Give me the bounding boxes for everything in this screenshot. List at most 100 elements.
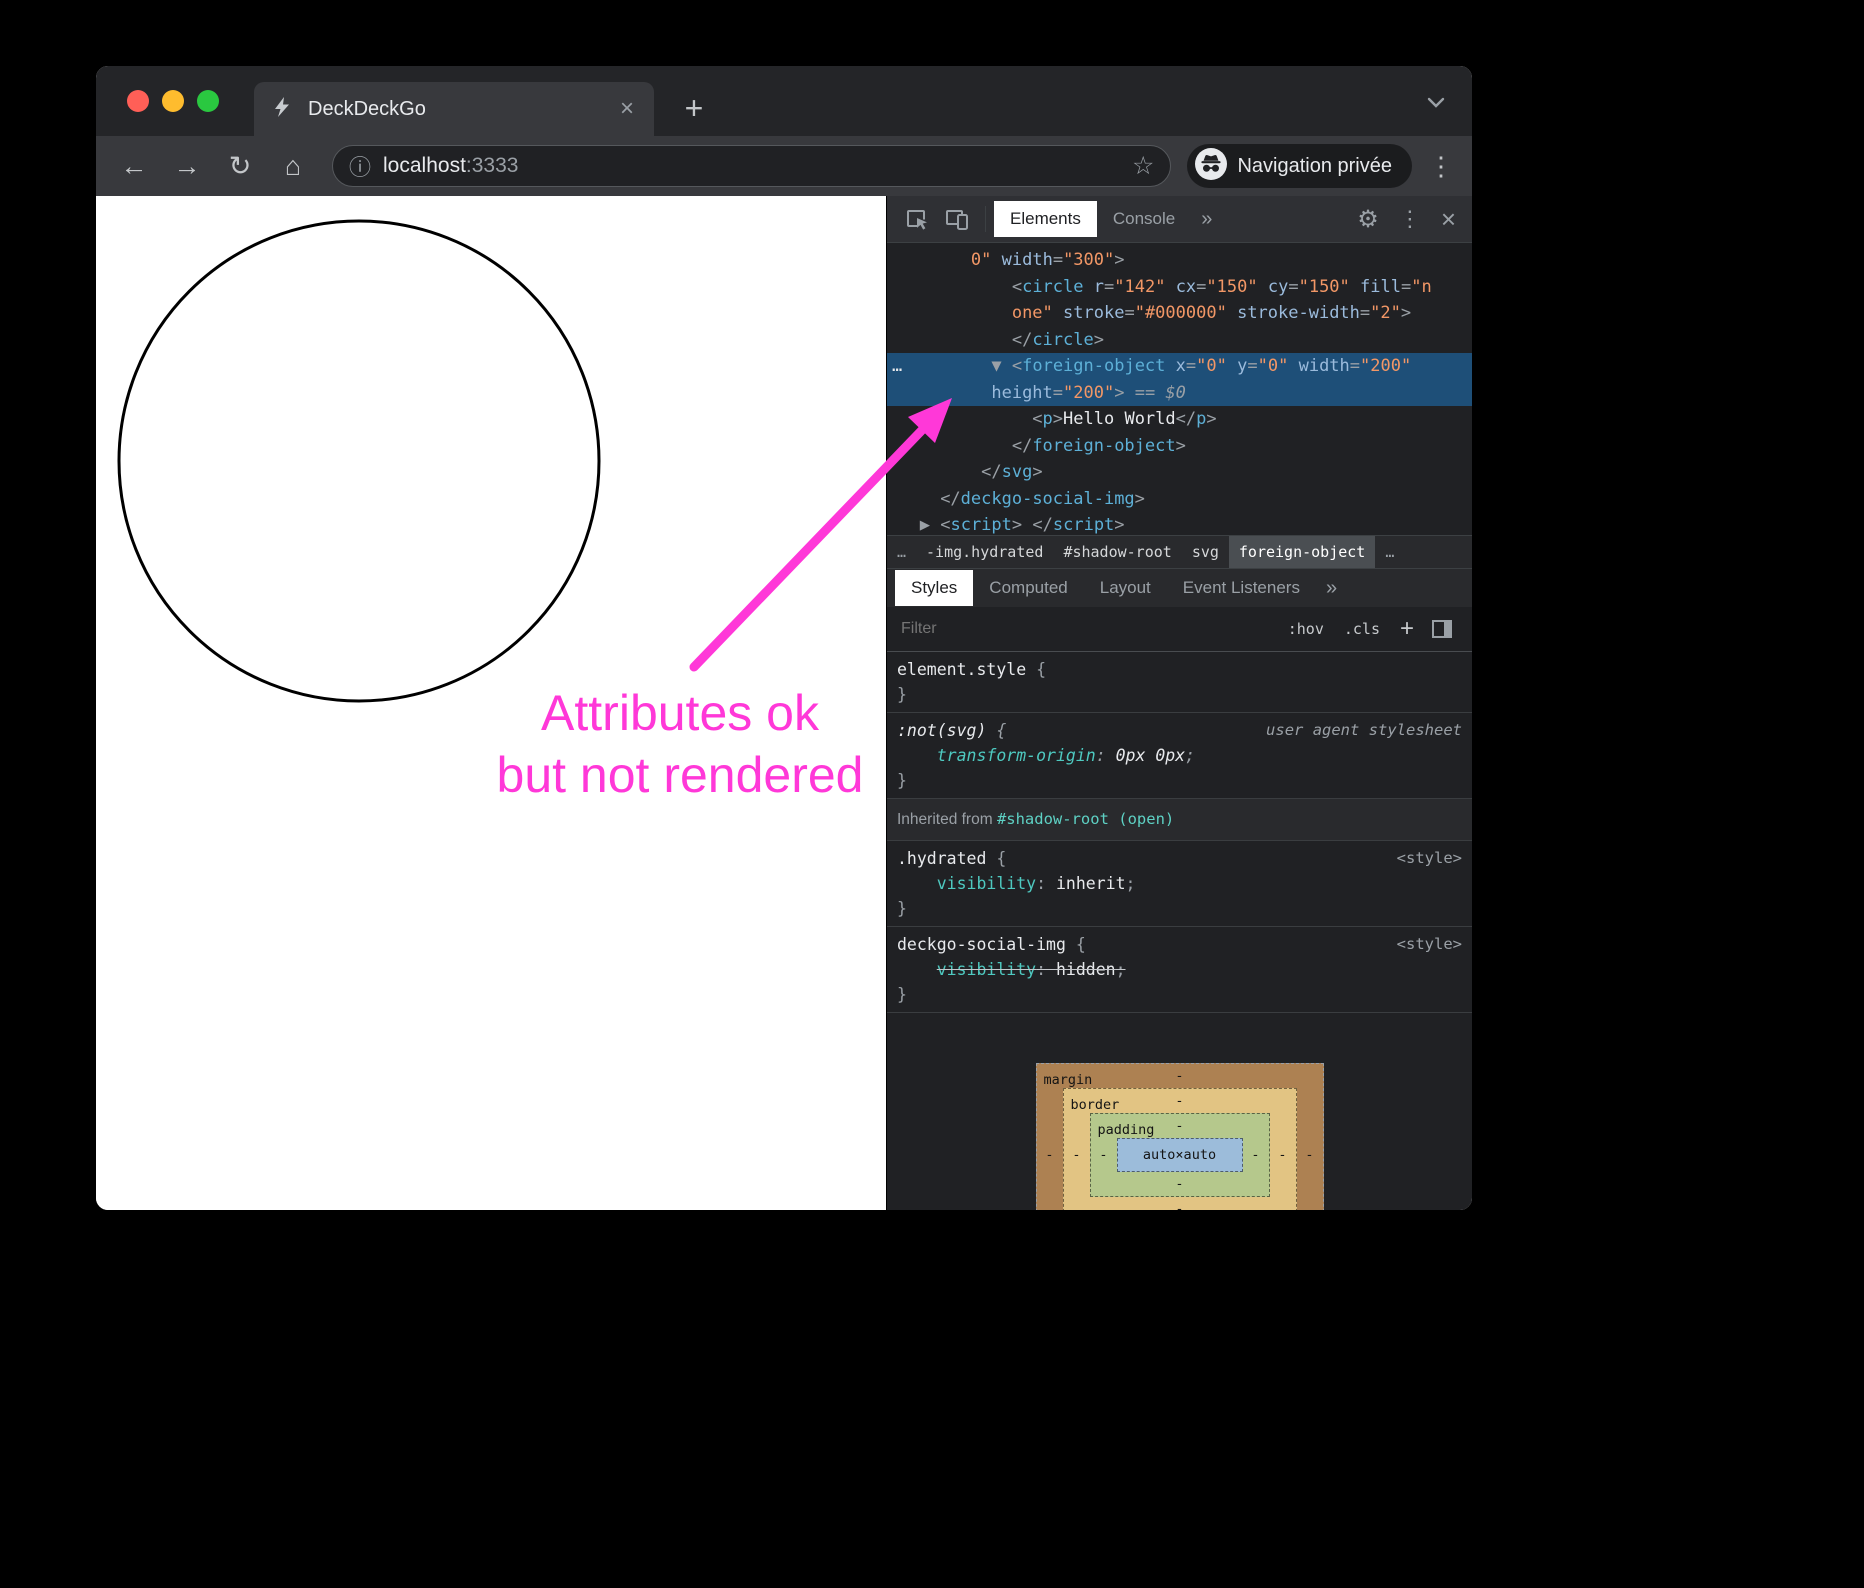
browser-menu-icon[interactable]: ⋮ xyxy=(1428,151,1454,182)
style-rule-deckgo-social-img[interactable]: deckgo-social-img { <style> visibility: … xyxy=(887,927,1472,1013)
devtools-tab-console[interactable]: Console xyxy=(1097,201,1191,237)
margin-top-value[interactable]: - xyxy=(1175,1064,1183,1089)
tree-line[interactable]: ▼ <foreign-object x="0" y="0" width="200… xyxy=(887,353,1472,380)
tab-close-icon[interactable]: × xyxy=(618,97,636,121)
more-tabs-icon[interactable]: » xyxy=(1191,208,1222,231)
rule-origin[interactable]: <style> xyxy=(1397,932,1462,957)
more-sidebar-tabs-icon[interactable]: » xyxy=(1316,577,1347,600)
style-rule-element-style[interactable]: element.style { } xyxy=(887,652,1472,713)
forward-button[interactable]: → xyxy=(167,152,207,180)
minimize-window-button[interactable] xyxy=(162,90,184,112)
fullscreen-window-button[interactable] xyxy=(197,90,219,112)
tree-line[interactable]: 0" width="300"> xyxy=(887,247,1472,274)
breadcrumb-item[interactable]: #shadow-root xyxy=(1053,536,1181,568)
close-window-button[interactable] xyxy=(127,90,149,112)
breadcrumb-overflow-left[interactable]: … xyxy=(887,536,916,568)
annotation-line2: but not rendered xyxy=(496,747,864,803)
tab-title: DeckDeckGo xyxy=(308,97,426,120)
inherited-from-label: Inherited from #shadow-root (open) xyxy=(887,799,1472,841)
toggle-class-button[interactable]: .cls xyxy=(1344,620,1380,638)
url-text[interactable]: localhost:3333 xyxy=(383,154,1132,178)
padding-bottom-value[interactable]: - xyxy=(1175,1172,1183,1197)
style-rule-not-svg[interactable]: :not(svg) { user agent stylesheet transf… xyxy=(887,713,1472,799)
tree-line[interactable]: height="200"> == $0 xyxy=(887,380,1472,407)
breadcrumb-item[interactable]: -img.hydrated xyxy=(916,536,1053,568)
address-bar[interactable]: ⓘ localhost:3333 ☆ xyxy=(332,145,1172,187)
border-left-value[interactable]: - xyxy=(1064,1143,1090,1168)
tree-line[interactable]: ▶ <script> </script> xyxy=(887,512,1472,535)
traffic-lights xyxy=(127,90,219,112)
tree-line[interactable]: </svg> xyxy=(887,459,1472,486)
box-model-padding[interactable]: padding - - auto×auto - - xyxy=(1089,1113,1270,1197)
box-model-diagram: margin - - border - - padding - - auto×a… xyxy=(887,1063,1472,1210)
tab-computed[interactable]: Computed xyxy=(973,570,1083,606)
css-declaration-struck[interactable]: visibility: hidden; xyxy=(897,957,1462,982)
rendered-page: Attributes ok but not rendered xyxy=(96,196,886,1210)
node-more-actions-icon[interactable]: … xyxy=(892,353,903,380)
devtools-close-icon[interactable]: × xyxy=(1441,204,1456,235)
rule-origin[interactable]: <style> xyxy=(1397,846,1462,871)
tab-layout[interactable]: Layout xyxy=(1084,570,1167,606)
tab-styles[interactable]: Styles xyxy=(895,570,974,606)
style-rule-hydrated[interactable]: .hydrated { <style> visibility: inherit;… xyxy=(887,841,1472,927)
tree-line[interactable]: <p>Hello World</p> xyxy=(887,406,1472,433)
rule-selector: .hydrated { xyxy=(897,849,1007,868)
reload-button[interactable]: ↻ xyxy=(220,152,260,180)
tree-line[interactable]: </deckgo-social-img> xyxy=(887,486,1472,513)
browser-window: DeckDeckGo × + ← → ↻ ⌂ ⓘ localhost:3333 … xyxy=(96,66,1472,1210)
tab-favicon-lightning-icon xyxy=(272,96,294,123)
styles-filter-input[interactable] xyxy=(899,619,1278,639)
home-button[interactable]: ⌂ xyxy=(273,152,313,180)
devtools-tab-elements[interactable]: Elements xyxy=(994,201,1097,237)
tree-line[interactable]: <circle r="142" cx="150" cy="150" fill="… xyxy=(887,274,1472,301)
css-declaration[interactable]: transform-origin: 0px 0px; xyxy=(897,743,1462,768)
site-info-icon[interactable]: ⓘ xyxy=(349,150,371,182)
shadow-root-link[interactable]: #shadow-root (open) xyxy=(997,810,1174,828)
url-port: :3333 xyxy=(465,154,519,177)
devtools-panel: Elements Console » ⚙ ⋮ × 0" width="300">… xyxy=(886,196,1472,1210)
box-model-margin[interactable]: margin - - border - - padding - - auto×a… xyxy=(1035,1063,1324,1211)
devtools-settings-gear-icon[interactable]: ⚙ xyxy=(1357,205,1379,234)
padding-right-value[interactable]: - xyxy=(1243,1143,1269,1168)
margin-right-value[interactable]: - xyxy=(1297,1143,1323,1168)
back-button[interactable]: ← xyxy=(114,152,154,180)
box-model-border[interactable]: border - - padding - - auto×auto - - - - xyxy=(1062,1088,1297,1211)
inspect-element-icon[interactable] xyxy=(905,207,929,231)
border-right-value[interactable]: - xyxy=(1270,1143,1296,1168)
toggle-hover-state-button[interactable]: :hov xyxy=(1288,620,1324,638)
new-tab-button[interactable]: + xyxy=(674,88,714,128)
padding-top-value[interactable]: - xyxy=(1175,1114,1183,1139)
tree-line[interactable]: one" stroke="#000000" stroke-width="2"> xyxy=(887,300,1472,327)
border-top-value[interactable]: - xyxy=(1175,1089,1183,1114)
annotation-text: Attributes ok but not rendered xyxy=(420,682,940,806)
browser-tab[interactable]: DeckDeckGo × xyxy=(254,82,654,136)
rule-selector: element.style { xyxy=(897,660,1047,679)
devtools-menu-icon[interactable]: ⋮ xyxy=(1399,206,1421,232)
breadcrumb-item[interactable]: svg xyxy=(1182,536,1229,568)
tree-line[interactable]: </circle> xyxy=(887,327,1472,354)
padding-label: padding xyxy=(1097,1122,1155,1138)
tab-overflow-chevron-icon[interactable] xyxy=(1426,96,1446,114)
breadcrumb-overflow-right[interactable]: … xyxy=(1375,536,1404,568)
border-bottom-value[interactable]: - xyxy=(1175,1197,1183,1211)
incognito-label: Navigation privée xyxy=(1237,154,1392,177)
margin-left-value[interactable]: - xyxy=(1037,1143,1063,1168)
tree-selected-node[interactable]: … ▼ <foreign-object x="0" y="0" width="2… xyxy=(887,353,1472,406)
toolbar-divider xyxy=(985,206,986,232)
elements-tree: 0" width="300"> <circle r="142" cx="150"… xyxy=(887,243,1472,535)
inherited-prefix: Inherited from xyxy=(897,811,997,828)
styles-pane: element.style { } :not(svg) { user agent… xyxy=(887,652,1472,1210)
tab-event-listeners[interactable]: Event Listeners xyxy=(1167,570,1316,606)
padding-left-value[interactable]: - xyxy=(1091,1143,1117,1168)
bookmark-star-icon[interactable]: ☆ xyxy=(1132,151,1154,181)
tree-line[interactable]: </foreign-object> xyxy=(887,433,1472,460)
css-declaration[interactable]: visibility: inherit; xyxy=(897,871,1462,896)
breadcrumb-item-selected[interactable]: foreign-object xyxy=(1228,536,1376,568)
styles-sidebar-tabs: Styles Computed Layout Event Listeners » xyxy=(887,568,1472,607)
device-toolbar-icon[interactable] xyxy=(945,207,969,231)
rule-close-brace: } xyxy=(897,685,907,704)
new-style-rule-button[interactable]: + xyxy=(1400,617,1414,641)
styles-filter-bar: :hov .cls + xyxy=(887,607,1472,652)
box-model-content[interactable]: auto×auto xyxy=(1116,1138,1243,1172)
toggle-sidebar-panel-icon[interactable] xyxy=(1432,620,1452,638)
